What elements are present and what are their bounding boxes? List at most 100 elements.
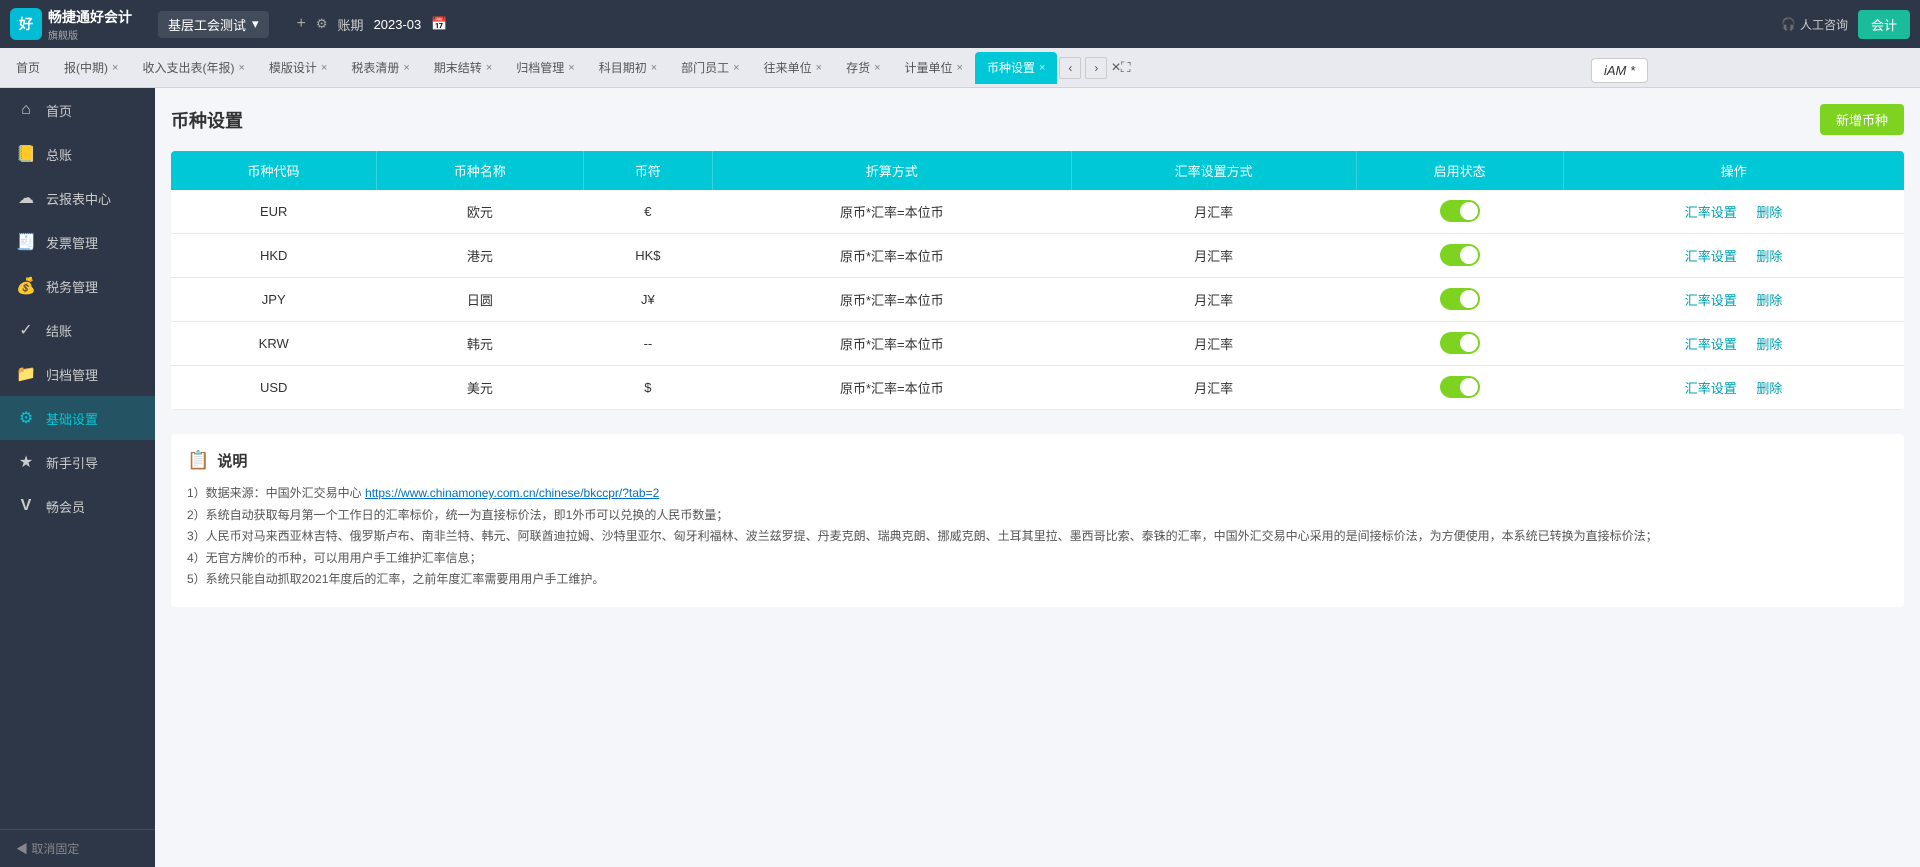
rate-settings-link[interactable]: 汇率设置	[1685, 249, 1737, 264]
delete-link[interactable]: 删除	[1756, 337, 1782, 352]
tab-close-all-button[interactable]: ×	[1111, 59, 1120, 77]
toggle-switch[interactable]	[1440, 288, 1480, 310]
cell-symbol: $	[583, 366, 712, 410]
notice-section: 📋 说明 1）数据来源：中国外汇交易中心 https://www.chinamo…	[171, 434, 1904, 607]
sidebar-item-settings[interactable]: ⚙ 基础设置	[0, 396, 155, 440]
delete-link[interactable]: 删除	[1756, 381, 1782, 396]
cell-status[interactable]	[1356, 190, 1563, 234]
cell-status[interactable]	[1356, 366, 1563, 410]
sidebar-item-reports[interactable]: ☁ 云报表中心	[0, 176, 155, 220]
rate-settings-link[interactable]: 汇率设置	[1685, 293, 1737, 308]
toggle-switch[interactable]	[1440, 200, 1480, 222]
tab-close[interactable]: ×	[486, 62, 492, 74]
tab-period-end[interactable]: 期末结转 ×	[422, 52, 504, 84]
sidebar-collapse-button[interactable]: ◀ 取消固定	[0, 829, 155, 867]
cell-method: 原币*汇率=本位币	[712, 322, 1071, 366]
tab-close[interactable]: ×	[112, 62, 118, 74]
th-actions: 操作	[1563, 151, 1904, 190]
tab-close[interactable]: ×	[238, 62, 244, 74]
delete-link[interactable]: 删除	[1756, 205, 1782, 220]
notice-link[interactable]: https://www.chinamoney.com.cn/chinese/bk…	[365, 486, 659, 500]
check-icon: ✓	[16, 320, 36, 340]
delete-link[interactable]: 删除	[1756, 293, 1782, 308]
tab-tax[interactable]: 税表清册 ×	[339, 52, 421, 84]
tab-close[interactable]: ×	[1039, 62, 1045, 74]
tab-prev-button[interactable]: ‹	[1059, 57, 1081, 79]
tab-close[interactable]: ×	[957, 62, 963, 74]
sidebar-item-archive[interactable]: 📁 归档管理	[0, 352, 155, 396]
tab-unit[interactable]: 计量单位 ×	[893, 52, 975, 84]
cell-code: EUR	[171, 190, 376, 234]
cell-status[interactable]	[1356, 234, 1563, 278]
sidebar-label: 结账	[46, 321, 72, 340]
tab-archive[interactable]: 归档管理 ×	[504, 52, 586, 84]
toggle-knob	[1460, 246, 1478, 264]
tab-dept[interactable]: 部门员工 ×	[669, 52, 751, 84]
rate-settings-link[interactable]: 汇率设置	[1685, 381, 1737, 396]
tab-contacts[interactable]: 往来单位 ×	[752, 52, 834, 84]
th-rate-type: 汇率设置方式	[1071, 151, 1356, 190]
tab-close[interactable]: ×	[874, 62, 880, 74]
tab-close[interactable]: ×	[321, 62, 327, 74]
help-button[interactable]: 🎧 人工咨询	[1781, 16, 1848, 33]
sidebar-item-settlement[interactable]: ✓ 结账	[0, 308, 155, 352]
cell-status[interactable]	[1356, 278, 1563, 322]
tab-report-mid[interactable]: 报(中期) ×	[52, 52, 130, 84]
table-row: USD 美元 $ 原币*汇率=本位币 月汇率 汇率设置 删除	[171, 366, 1904, 410]
top-bar-right: 🎧 人工咨询 会计	[1781, 10, 1910, 39]
tab-expand-button[interactable]: ⛶	[1121, 59, 1131, 76]
sidebar-item-invoice[interactable]: 🧾 发票管理	[0, 220, 155, 264]
rate-settings-link[interactable]: 汇率设置	[1685, 337, 1737, 352]
invoice-icon: 🧾	[16, 232, 36, 252]
table-header-row: 币种代码 币种名称 币符 折算方式 汇率设置方式 启用状态 操作	[171, 151, 1904, 190]
sidebar-label: 总账	[46, 145, 72, 164]
settings-icon[interactable]: ⚙	[316, 16, 328, 32]
tab-close[interactable]: ×	[651, 62, 657, 74]
toggle-switch[interactable]	[1440, 376, 1480, 398]
sidebar-item-guide[interactable]: ★ 新手引导	[0, 440, 155, 484]
rate-settings-link[interactable]: 汇率设置	[1685, 205, 1737, 220]
notice-item-4: 4）无官方牌价的币种，可以用用户手工维护汇率信息；	[187, 548, 1888, 570]
iam-badge: iAM *	[1591, 58, 1648, 83]
content-area: 币种设置 新增币种 币种代码 币种名称 币符 折算方式 汇率设置方式 启用状态 …	[155, 88, 1920, 867]
tab-template[interactable]: 模版设计 ×	[257, 52, 339, 84]
folder-icon: 📁	[16, 364, 36, 384]
sidebar-item-member[interactable]: V 畅会员	[0, 484, 155, 528]
sidebar-item-tax[interactable]: 💰 税务管理	[0, 264, 155, 308]
tab-next-button[interactable]: ›	[1085, 57, 1107, 79]
tab-close[interactable]: ×	[733, 62, 739, 74]
notice-title: 📋 说明	[187, 450, 1888, 471]
tab-income-year[interactable]: 收入支出表(年报) ×	[130, 52, 256, 84]
toggle-switch[interactable]	[1440, 244, 1480, 266]
tab-currency[interactable]: 币种设置 ×	[975, 52, 1057, 84]
table-row: EUR 欧元 € 原币*汇率=本位币 月汇率 汇率设置 删除	[171, 190, 1904, 234]
tab-home[interactable]: 首页	[4, 52, 52, 84]
add-icon[interactable]: +	[297, 15, 306, 33]
account-button[interactable]: 会计	[1858, 10, 1910, 39]
cell-symbol: J¥	[583, 278, 712, 322]
tab-subject[interactable]: 科目期初 ×	[587, 52, 669, 84]
tab-label: 首页	[16, 59, 40, 76]
delete-link[interactable]: 删除	[1756, 249, 1782, 264]
cell-code: USD	[171, 366, 376, 410]
calendar-icon[interactable]: 📅	[431, 16, 447, 32]
tab-close[interactable]: ×	[568, 62, 574, 74]
project-selector[interactable]: 基层工会测试 ▾	[158, 11, 269, 38]
cell-actions: 汇率设置 删除	[1563, 190, 1904, 234]
tab-label: 币种设置	[987, 59, 1035, 76]
tab-close[interactable]: ×	[403, 62, 409, 74]
period-value: 2023-03	[374, 17, 422, 32]
cell-rate-type: 月汇率	[1071, 366, 1356, 410]
cloud-icon: ☁	[16, 188, 36, 208]
cell-status[interactable]	[1356, 322, 1563, 366]
cell-rate-type: 月汇率	[1071, 278, 1356, 322]
sidebar-item-ledger[interactable]: 📒 总账	[0, 132, 155, 176]
new-currency-button[interactable]: 新增币种	[1820, 104, 1904, 135]
toggle-switch[interactable]	[1440, 332, 1480, 354]
sidebar-label: 归档管理	[46, 365, 98, 384]
gear-icon: ⚙	[16, 408, 36, 428]
toggle-knob	[1460, 202, 1478, 220]
sidebar-item-home[interactable]: ⌂ 首页	[0, 88, 155, 132]
tab-close[interactable]: ×	[816, 62, 822, 74]
tab-inventory[interactable]: 存货 ×	[834, 52, 892, 84]
